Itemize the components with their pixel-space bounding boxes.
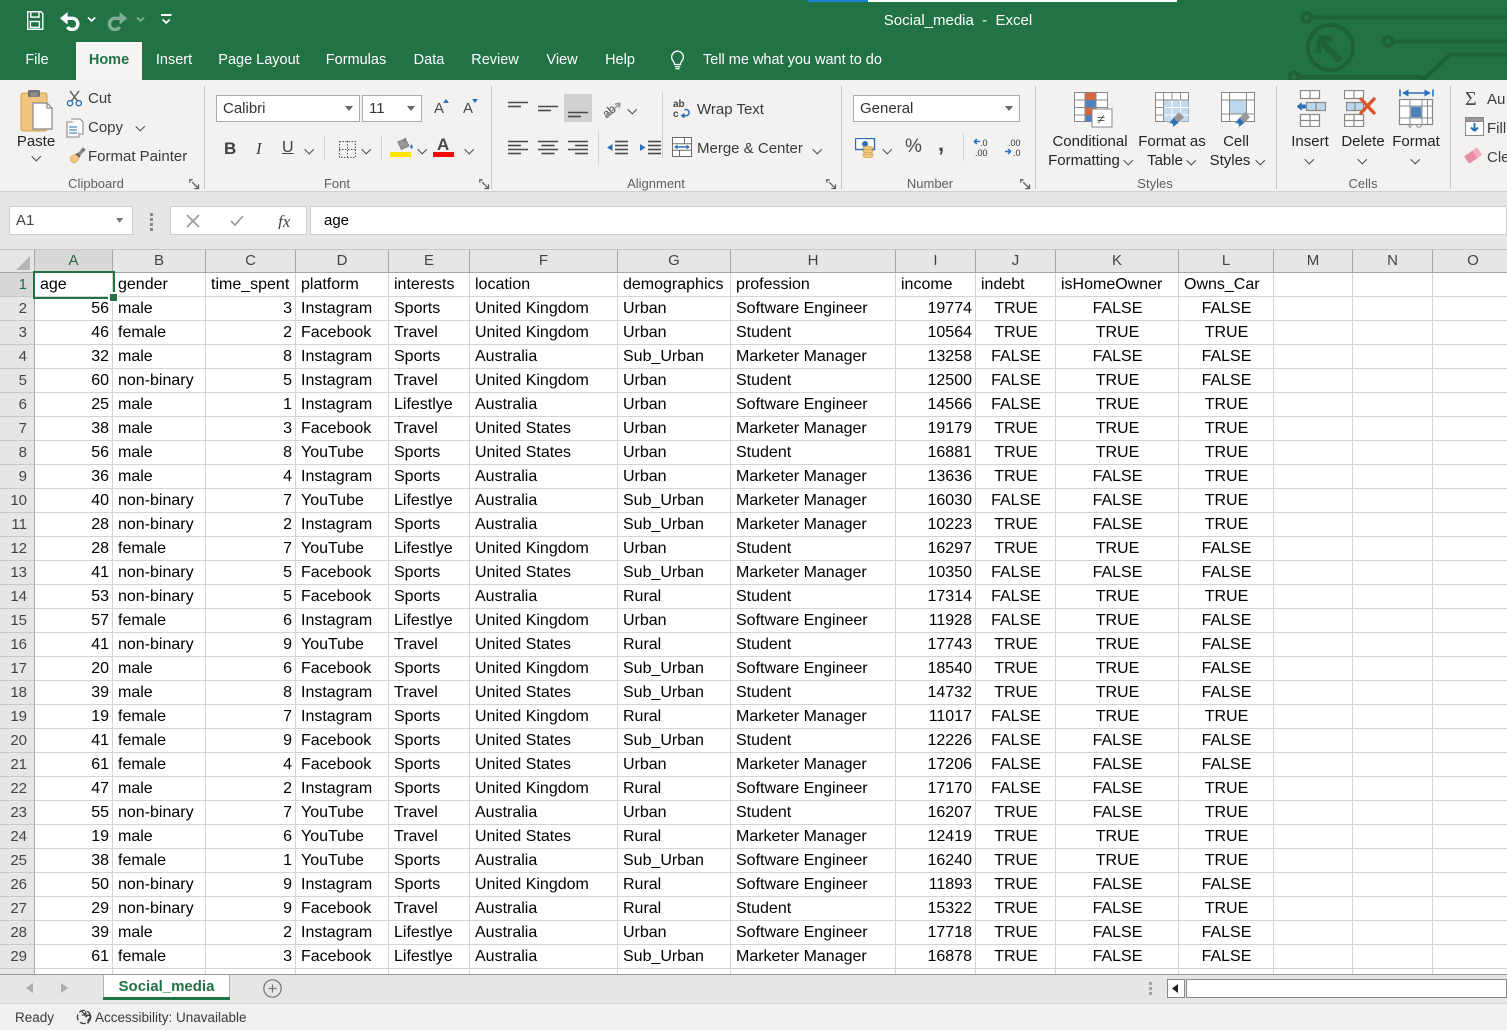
svg-text:?: ?	[85, 1013, 93, 1027]
svg-text:.00: .00	[1008, 138, 1021, 148]
svg-text:fx: fx	[278, 213, 291, 229]
svg-text:≠: ≠	[1097, 112, 1105, 128]
svg-text:c: c	[673, 109, 679, 118]
svg-text:.0: .0	[980, 138, 988, 148]
svg-text:.00: .00	[975, 148, 988, 158]
